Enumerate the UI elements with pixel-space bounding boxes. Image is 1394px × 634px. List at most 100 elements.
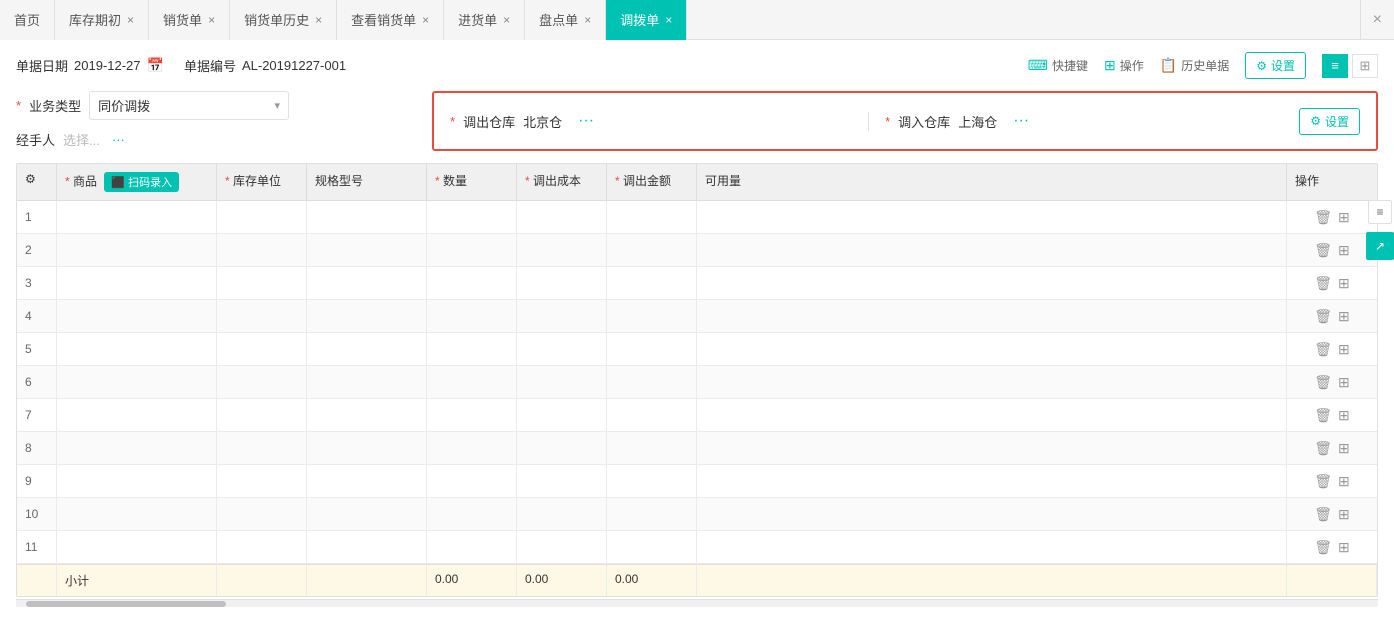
close-icon[interactable]: × (665, 13, 672, 27)
scroll-thumb[interactable] (26, 601, 226, 607)
table-row[interactable]: 7 🗑 ⊞ (17, 399, 1377, 432)
cell-unit[interactable] (217, 531, 307, 563)
delete-icon[interactable]: 🗑 (1314, 539, 1332, 556)
close-icon[interactable]: × (315, 13, 322, 27)
person-more-icon[interactable]: ··· (112, 132, 125, 147)
copy-icon[interactable]: ⊞ (1338, 209, 1350, 226)
copy-icon[interactable]: ⊞ (1338, 440, 1350, 457)
cell-unit[interactable] (217, 366, 307, 398)
cell-unit[interactable] (217, 432, 307, 464)
cell-amount[interactable] (607, 333, 697, 365)
transfer-in-more-icon[interactable]: ··· (1013, 112, 1029, 130)
tab-stocktake[interactable]: 盘点单 × (525, 0, 606, 40)
cell-amount[interactable] (607, 300, 697, 332)
cell-spec[interactable] (307, 399, 427, 431)
close-icon[interactable]: × (422, 13, 429, 27)
cell-qty[interactable] (427, 531, 517, 563)
close-icon[interactable]: × (208, 13, 215, 27)
cell-amount[interactable] (607, 432, 697, 464)
business-type-select[interactable]: 同价调拨 ▾ (89, 91, 289, 120)
cell-qty[interactable] (427, 465, 517, 497)
delete-icon[interactable]: 🗑 (1314, 374, 1332, 391)
table-row[interactable]: 2 🗑 ⊞ (17, 234, 1377, 267)
tab-transfer[interactable]: 调拨单 × (606, 0, 687, 40)
cell-spec[interactable] (307, 234, 427, 266)
copy-icon[interactable]: ⊞ (1338, 407, 1350, 424)
tab-purchase-order[interactable]: 进货单 × (444, 0, 525, 40)
cell-spec[interactable] (307, 432, 427, 464)
cell-qty[interactable] (427, 267, 517, 299)
cell-qty[interactable] (427, 201, 517, 233)
date-value[interactable]: 2019-12-27 (74, 58, 141, 73)
cell-product[interactable] (57, 333, 217, 365)
cell-product[interactable] (57, 432, 217, 464)
cell-spec[interactable] (307, 300, 427, 332)
copy-icon[interactable]: ⊞ (1338, 506, 1350, 523)
cell-amount[interactable] (607, 531, 697, 563)
cell-qty[interactable] (427, 234, 517, 266)
copy-icon[interactable]: ⊞ (1338, 308, 1350, 325)
cell-cost[interactable] (517, 333, 607, 365)
cell-cost[interactable] (517, 201, 607, 233)
cell-unit[interactable] (217, 300, 307, 332)
cell-unit[interactable] (217, 399, 307, 431)
tab-view-sales[interactable]: 查看销货单 × (337, 0, 444, 40)
cell-unit[interactable] (217, 333, 307, 365)
history-button[interactable]: 📋 历史单据 (1160, 57, 1229, 74)
cell-product[interactable] (57, 498, 217, 530)
copy-icon[interactable]: ⊞ (1338, 374, 1350, 391)
shortcuts-button[interactable]: ⌨ 快捷键 (1028, 57, 1088, 74)
table-row[interactable]: 3 🗑 ⊞ (17, 267, 1377, 300)
cell-amount[interactable] (607, 267, 697, 299)
transfer-in-value[interactable]: 上海仓 (958, 112, 997, 131)
delete-icon[interactable]: 🗑 (1314, 209, 1332, 226)
cell-spec[interactable] (307, 366, 427, 398)
cell-qty[interactable] (427, 366, 517, 398)
cell-product[interactable] (57, 201, 217, 233)
cell-cost[interactable] (517, 432, 607, 464)
cell-qty[interactable] (427, 333, 517, 365)
cell-amount[interactable] (607, 366, 697, 398)
table-row[interactable]: 8 🗑 ⊞ (17, 432, 1377, 465)
col-settings[interactable]: ⚙ (17, 164, 57, 200)
transfer-out-value[interactable]: 北京仓 (523, 112, 562, 131)
table-row[interactable]: 6 🗑 ⊞ (17, 366, 1377, 399)
copy-icon[interactable]: ⊞ (1338, 275, 1350, 292)
copy-icon[interactable]: ⊞ (1338, 473, 1350, 490)
cell-spec[interactable] (307, 267, 427, 299)
table-row[interactable]: 4 🗑 ⊞ (17, 300, 1377, 333)
delete-icon[interactable]: 🗑 (1314, 308, 1332, 325)
delete-icon[interactable]: 🗑 (1314, 275, 1332, 292)
copy-icon[interactable]: ⊞ (1338, 539, 1350, 556)
copy-icon[interactable]: ⊞ (1338, 242, 1350, 259)
cell-amount[interactable] (607, 399, 697, 431)
operations-button[interactable]: ⊞ 操作 (1104, 57, 1144, 74)
table-row[interactable]: 9 🗑 ⊞ (17, 465, 1377, 498)
cell-spec[interactable] (307, 531, 427, 563)
cell-amount[interactable] (607, 498, 697, 530)
delete-icon[interactable]: 🗑 (1314, 242, 1332, 259)
cell-cost[interactable] (517, 531, 607, 563)
cell-product[interactable] (57, 234, 217, 266)
cell-product[interactable] (57, 399, 217, 431)
cell-amount[interactable] (607, 465, 697, 497)
cell-cost[interactable] (517, 498, 607, 530)
cell-cost[interactable] (517, 399, 607, 431)
delete-icon[interactable]: 🗑 (1314, 473, 1332, 490)
cell-unit[interactable] (217, 201, 307, 233)
delete-icon[interactable]: 🗑 (1314, 440, 1332, 457)
panel-expand-button[interactable]: ↗ (1366, 232, 1394, 260)
calendar-icon[interactable]: 📅 (147, 57, 164, 74)
transfer-out-more-icon[interactable]: ··· (578, 112, 594, 130)
cell-cost[interactable] (517, 267, 607, 299)
close-icon[interactable]: × (127, 13, 134, 27)
cell-spec[interactable] (307, 201, 427, 233)
cell-cost[interactable] (517, 366, 607, 398)
cell-product[interactable] (57, 267, 217, 299)
cell-spec[interactable] (307, 498, 427, 530)
close-icon[interactable]: × (584, 13, 591, 27)
cell-qty[interactable] (427, 399, 517, 431)
cell-qty[interactable] (427, 498, 517, 530)
cell-spec[interactable] (307, 465, 427, 497)
cell-cost[interactable] (517, 465, 607, 497)
